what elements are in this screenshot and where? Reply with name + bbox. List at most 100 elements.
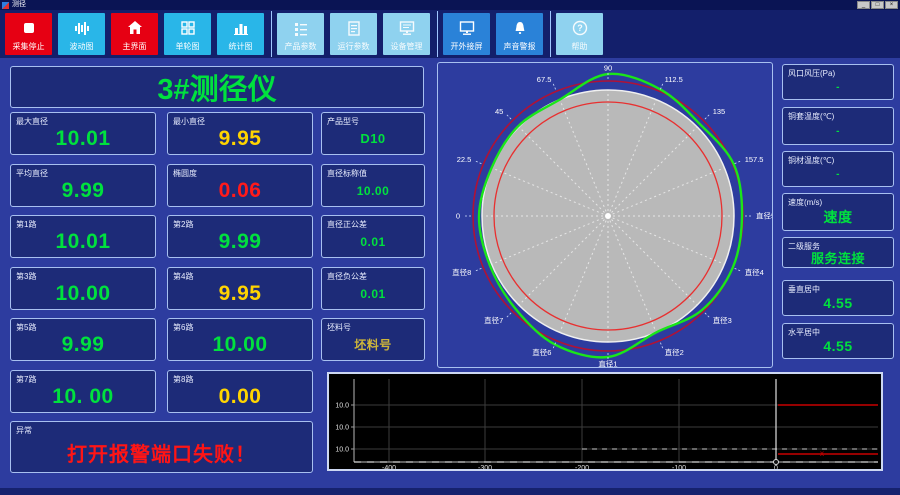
stop-collection-button[interactable]: 采集停止: [5, 13, 52, 55]
y-tick-label: 10.0: [335, 425, 349, 432]
air-pressure-value: -: [836, 81, 840, 93]
polar-axis-label: 0: [456, 212, 460, 221]
path-8-value: 0.00: [218, 384, 262, 408]
polar-label-leader: [473, 268, 482, 272]
maximize-button[interactable]: □: [871, 1, 884, 9]
minus-tolerance-field: 直径负公差 0.01: [321, 267, 425, 310]
polar-axis-label: 112.5: [665, 75, 683, 84]
toolbar-separator: [271, 11, 272, 57]
polar-axis-label: 直径4: [745, 267, 764, 277]
plus-tolerance-field: 直径正公差 0.01: [321, 215, 425, 258]
polar-label-leader: [505, 113, 512, 120]
stats-chart-button[interactable]: 统计图: [217, 13, 264, 55]
polar-axis-label: 直径8: [452, 267, 471, 277]
polar-label-leader: [552, 81, 556, 90]
toolbar-button-label: 帮助: [571, 42, 588, 51]
toolbar-button-label: 波动图: [69, 42, 94, 51]
polar-axis-label: 直径5: [756, 211, 772, 221]
window-title: 测径: [12, 1, 26, 8]
path-3-field: 第3路 10.00: [10, 267, 156, 310]
panels-icon: [179, 13, 197, 42]
path-6-field: 第6路 10.00: [167, 318, 313, 361]
product-model-value: D10: [360, 131, 386, 146]
x-tick-label: -100: [672, 465, 686, 469]
run-params-button[interactable]: 运行参数: [330, 13, 377, 55]
polar-axis-label: 直径3: [713, 315, 732, 325]
polar-chart-panel: 直径5 157.5 135 112.5 90 67.5 45 22.5 0 直径8 直径7 直径6 直径…: [437, 62, 775, 369]
polar-chart-svg: 直径5 157.5 135 112.5 90 67.5 45 22.5 0 直径8 直径7 直径6 直径…: [452, 64, 775, 369]
polar-axis-label: 直径1: [598, 359, 617, 368]
gauge-title: 3#测径仪: [157, 74, 277, 106]
polar-center-dot: [605, 213, 611, 219]
y-tick-label: 10.0: [335, 403, 349, 410]
monitor-icon: [458, 13, 476, 42]
toolbar-separator: [550, 11, 551, 57]
min-diameter-field: 最小直径 9.95: [167, 112, 313, 155]
polar-axis-label: 90: [604, 64, 612, 73]
wave-chart-button[interactable]: 波动图: [58, 13, 105, 55]
help-button[interactable]: ? 帮助: [556, 13, 603, 55]
doc-icon: [345, 13, 363, 42]
polar-label-leader: [704, 312, 711, 319]
material-temperature-field: 铜材温度(℃) -: [782, 151, 894, 187]
horizontal-centering-field: 水平居中 4.55: [782, 323, 894, 359]
path-7-field: 第7路 10. 00: [10, 370, 156, 413]
ovality-value: 0.06: [218, 178, 262, 202]
minimize-button[interactable]: _: [857, 1, 870, 9]
nominal-diameter-field: 直径标称值 10.00: [321, 164, 425, 207]
toolbar-button-label: 产品参数: [284, 42, 317, 51]
path-2-field: 第2路 9.99: [167, 215, 313, 258]
path-7-value: 10. 00: [52, 384, 114, 408]
sleeve-temperature-value: -: [836, 125, 840, 137]
single-wheel-chart-button[interactable]: 单轮图: [164, 13, 211, 55]
svg-text:?: ?: [577, 23, 583, 33]
path-1-value: 10.01: [55, 229, 111, 253]
toolbar-button-label: 单轮图: [175, 42, 200, 51]
bell-icon: [511, 13, 529, 42]
polar-label-leader: [660, 342, 664, 351]
lower-limit-marker: x: [820, 449, 824, 458]
avg-diameter-value: 9.99: [61, 178, 105, 202]
help-icon: ?: [571, 13, 589, 42]
close-button[interactable]: ×: [885, 1, 898, 9]
app-icon: [2, 1, 9, 9]
polar-label-leader: [505, 312, 512, 319]
sound-alarm-button[interactable]: 声音警报: [496, 13, 543, 55]
toolbar-separator: [437, 11, 438, 57]
path-6-value: 10.00: [212, 332, 268, 356]
max-diameter-field: 最大直径 10.01: [10, 112, 156, 155]
polar-axis-label: 157.5: [745, 155, 764, 164]
toolbar-button-label: 开外接屏: [450, 42, 483, 51]
path-8-field: 第8路 0.00: [167, 370, 313, 413]
wave-icon: [73, 13, 91, 42]
polar-label-leader: [734, 268, 743, 272]
path-3-value: 10.00: [55, 281, 111, 305]
polar-axis-label: 直径6: [532, 347, 551, 357]
x-tick-label: 0: [774, 465, 778, 469]
product-params-button[interactable]: 产品参数: [277, 13, 324, 55]
polar-label-leader: [704, 113, 711, 120]
device-manage-button[interactable]: 设备管理: [383, 13, 430, 55]
speed-value: 速度: [823, 209, 853, 225]
app-window: 测径 _ □ × 采集停止 波动图 主界面 单轮图 统计图 产品参数 运行参数 设备管理 开外接…: [0, 0, 900, 495]
current-position-marker: [773, 459, 779, 465]
home-icon: [126, 13, 144, 42]
window-bottom-edge: [0, 488, 900, 495]
min-diameter-value: 9.95: [218, 126, 262, 150]
toolbar-button-label: 声音警报: [503, 42, 536, 51]
plus-tolerance-value: 0.01: [360, 234, 386, 249]
y-tick-label: 10.0: [335, 447, 349, 454]
path-4-value: 9.95: [218, 281, 262, 305]
main-screen-button[interactable]: 主界面: [111, 13, 158, 55]
level2-service-field: 二级服务 服务连接: [782, 237, 894, 268]
sleeve-temperature-field: 铜套温度(℃) -: [782, 107, 894, 145]
external-screen-button[interactable]: 开外接屏: [443, 13, 490, 55]
x-tick-label: -400: [382, 465, 396, 469]
stop-icon: [20, 13, 38, 42]
material-temperature-value: -: [836, 168, 840, 180]
toolbar-button-label: 主界面: [122, 42, 147, 51]
air-pressure-field: 风口风压(Pa) -: [782, 64, 894, 100]
trend-chart-panel: 10.0 10.0 10.0 -400 -300 -200 -100 0 x: [327, 372, 883, 472]
avg-diameter-field: 平均直径 9.99: [10, 164, 156, 207]
minus-tolerance-value: 0.01: [360, 286, 386, 301]
